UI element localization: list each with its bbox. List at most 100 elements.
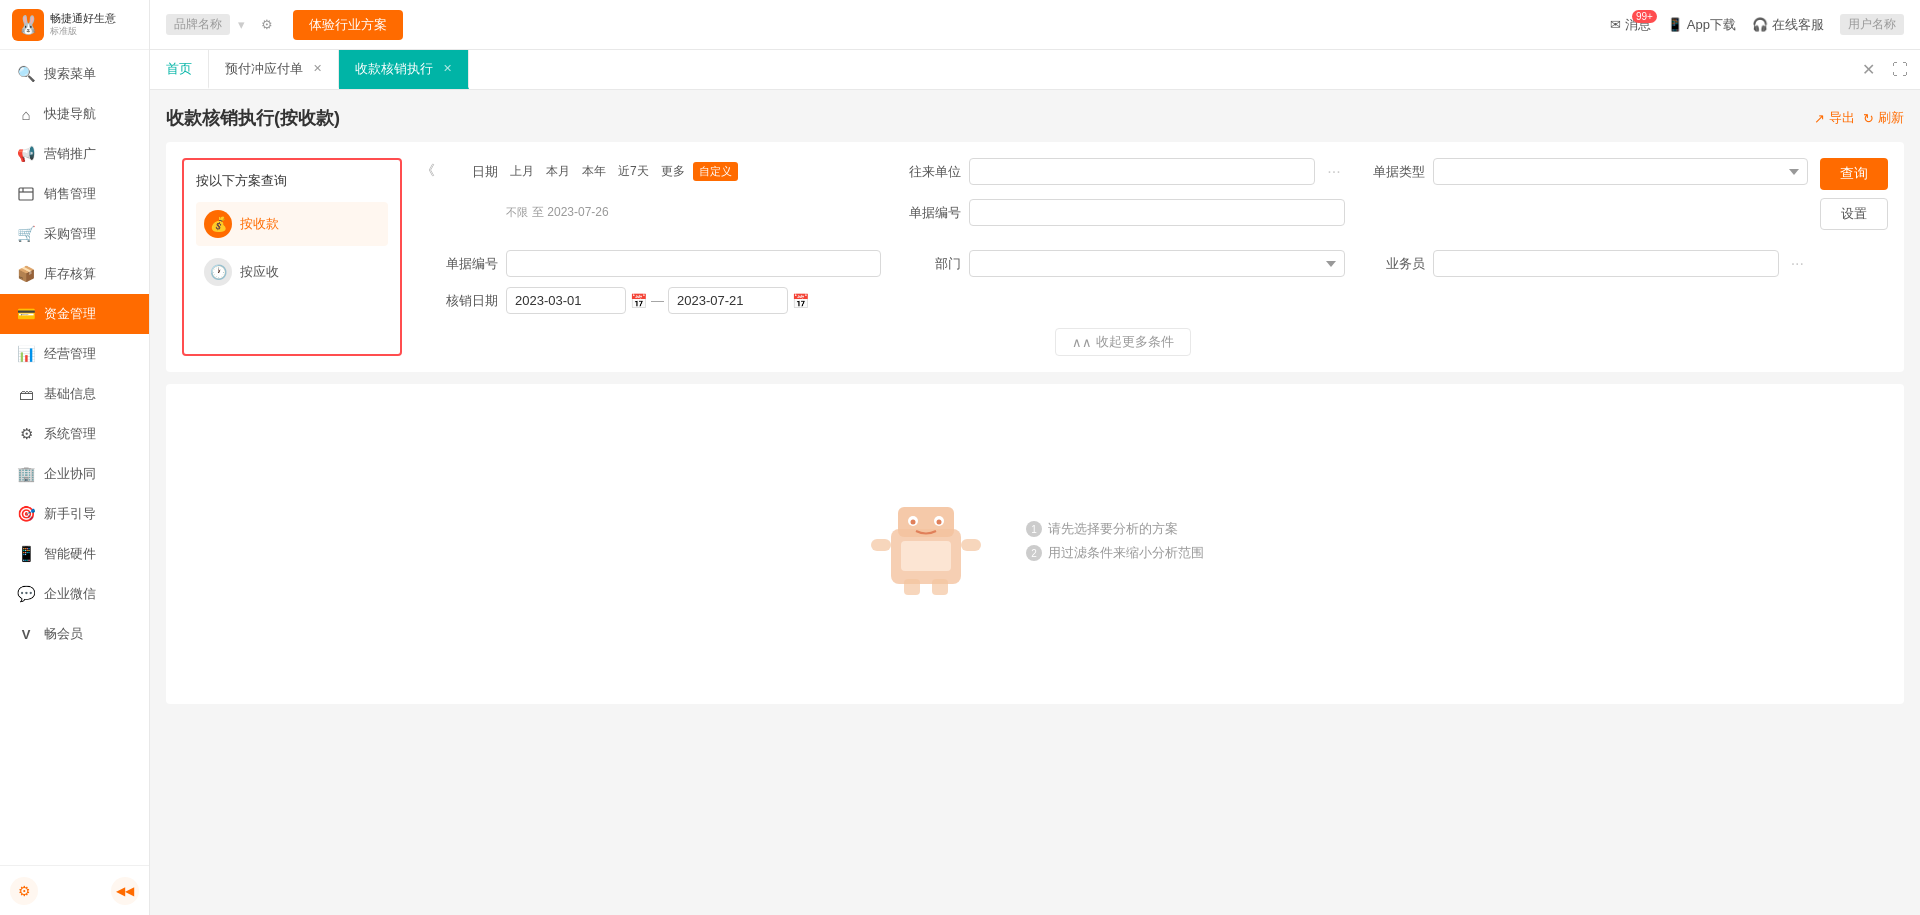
topbar-settings-icon[interactable]: ⚙ (253, 11, 281, 39)
user-display[interactable]: 用户名称 (1840, 14, 1904, 35)
refresh-button[interactable]: ↻ 刷新 (1863, 109, 1904, 127)
tab-receivable[interactable]: 收款核销执行 ✕ (339, 50, 469, 89)
filter-grid-row2: 单据编号 部门 业务员 ··· (438, 250, 1808, 277)
business-icon: 📊 (16, 344, 36, 364)
staff-more-icon[interactable]: ··· (1787, 255, 1808, 273)
sidebar-item-member[interactable]: V 畅会员 (0, 614, 149, 654)
empty-tip-1: 1 请先选择要分析的方案 (1026, 520, 1204, 538)
export-button[interactable]: ↗ 导出 (1814, 109, 1855, 127)
inventory-icon: 📦 (16, 264, 36, 284)
sidebar-item-label: 营销推广 (44, 145, 96, 163)
verify-start-calendar-icon[interactable]: 📅 (630, 293, 647, 309)
sidebar-item-business[interactable]: 📊 经营管理 (0, 334, 149, 374)
filter-option-by-receipt[interactable]: 💰 按收款 (196, 202, 388, 246)
marketing-icon: 📢 (16, 144, 36, 164)
sidebar-item-label: 企业协同 (44, 465, 96, 483)
date-custom-button[interactable]: 自定义 (693, 162, 738, 181)
brand-name: 品牌名称 (166, 14, 230, 35)
sidebar-item-quicknav[interactable]: ⌂ 快捷导航 (0, 94, 149, 134)
date-last-7days[interactable]: 近7天 (614, 161, 653, 182)
tab-prepay-close-icon[interactable]: ✕ (313, 62, 322, 75)
staff-label: 业务员 (1365, 255, 1425, 273)
partner-label: 往来单位 (901, 163, 961, 181)
collapse-more-label: 收起更多条件 (1096, 333, 1174, 351)
sidebar: 🐰 畅捷通好生意 标准版 🔍 搜索菜单 ⌂ 快捷导航 📢 营销推广 销售管理 🛒 (0, 0, 150, 915)
sidebar-item-purchase[interactable]: 🛒 采购管理 (0, 214, 149, 254)
page-header: 收款核销执行(按收款) ↗ 导出 ↻ 刷新 (166, 106, 1904, 130)
sidebar-item-finance[interactable]: 💳 资金管理 (0, 294, 149, 334)
filter-collapse-icon[interactable]: 《 (418, 158, 438, 180)
sidebar-item-label: 搜索菜单 (44, 65, 96, 83)
verify-end-input[interactable] (668, 287, 788, 314)
topbar-brand: 品牌名称 ▾ (166, 14, 253, 35)
partner-more-icon[interactable]: ··· (1323, 163, 1344, 181)
partner-input[interactable] (969, 158, 1315, 185)
sidebar-item-guide[interactable]: 🎯 新手引导 (0, 494, 149, 534)
tab-receivable-close-icon[interactable]: ✕ (443, 62, 452, 75)
sidebar-item-enterprise[interactable]: 🏢 企业协同 (0, 454, 149, 494)
tab-home[interactable]: 首页 (150, 50, 209, 89)
svg-rect-12 (932, 579, 948, 595)
staff-input[interactable] (1433, 250, 1779, 277)
sales-icon (16, 184, 36, 204)
filter-verify-date-row: 核销日期 📅 — 📅 (438, 287, 881, 314)
sidebar-item-hardware[interactable]: 📱 智能硬件 (0, 534, 149, 574)
sidebar-item-marketing[interactable]: 📢 营销推广 (0, 134, 149, 174)
settings-icon[interactable]: ⚙ (10, 877, 38, 905)
query-button[interactable]: 查询 (1820, 158, 1888, 190)
docno-input2[interactable] (506, 250, 881, 277)
search-icon: 🔍 (16, 64, 36, 84)
sidebar-item-label: 系统管理 (44, 425, 96, 443)
refresh-icon: ↻ (1863, 111, 1874, 126)
sidebar-item-system[interactable]: ⚙ 系统管理 (0, 414, 149, 454)
export-label: 导出 (1829, 109, 1855, 127)
svg-point-8 (937, 520, 942, 525)
refresh-label: 刷新 (1878, 109, 1904, 127)
collapse-more-button[interactable]: ∧∧ 收起更多条件 (1055, 328, 1191, 356)
sidebar-collapse-button[interactable]: ◀◀ (111, 877, 139, 905)
filter-docno-row2: 单据编号 (438, 250, 881, 277)
date-label: 日期 (438, 163, 498, 181)
sidebar-item-sales[interactable]: 销售管理 (0, 174, 149, 214)
verify-end-calendar-icon[interactable]: 📅 (792, 293, 809, 309)
docno-label: 单据编号 (901, 204, 961, 222)
chevron-down-icon[interactable]: ▾ (238, 17, 245, 32)
app-label: App下载 (1687, 16, 1736, 34)
sidebar-item-wechat[interactable]: 💬 企业微信 (0, 574, 149, 614)
verify-date-label: 核销日期 (438, 292, 498, 310)
date-last-month[interactable]: 上月 (506, 161, 538, 182)
finance-icon: 💳 (16, 304, 36, 324)
tab-expand-icon[interactable]: ⛶ (1888, 58, 1912, 82)
date-options: 上月 本月 本年 近7天 更多 自定义 (506, 161, 881, 182)
empty-state: 1 请先选择要分析的方案 2 用过滤条件来缩小分析范围 (166, 384, 1904, 704)
sidebar-item-inventory[interactable]: 📦 库存核算 (0, 254, 149, 294)
app-download-button[interactable]: 📱 App下载 (1667, 16, 1736, 34)
logo-icon: 🐰 (12, 9, 44, 41)
dept-select[interactable] (969, 250, 1344, 277)
doctype-select[interactable] (1433, 158, 1808, 185)
tabbar: 首页 预付冲应付单 ✕ 收款核销执行 ✕ ✕ ⛶ (150, 50, 1920, 90)
settings-button[interactable]: 设置 (1820, 198, 1888, 230)
doctype-label: 单据类型 (1365, 163, 1425, 181)
filter-option-by-receivable[interactable]: 🕐 按应收 (196, 250, 388, 294)
filter-options-panel: 按以下方案查询 💰 按收款 🕐 按应收 (182, 158, 402, 356)
date-more[interactable]: 更多 (657, 161, 689, 182)
filter-grid: 日期 上月 本月 本年 近7天 更多 自定义 (438, 158, 1808, 240)
date-this-month[interactable]: 本月 (542, 161, 574, 182)
message-button[interactable]: ✉ 消息 99+ (1610, 16, 1651, 34)
logo-badge: 标准版 (50, 25, 116, 38)
sidebar-item-search[interactable]: 🔍 搜索菜单 (0, 54, 149, 94)
tab-close-all-icon[interactable]: ✕ (1856, 58, 1880, 82)
date-this-year[interactable]: 本年 (578, 161, 610, 182)
tab-prepay-label: 预付冲应付单 (225, 60, 303, 78)
docno-label2: 单据编号 (438, 255, 498, 273)
industry-solution-button[interactable]: 体验行业方案 (293, 10, 403, 40)
tab-prepay[interactable]: 预付冲应付单 ✕ (209, 50, 339, 89)
enterprise-icon: 🏢 (16, 464, 36, 484)
collapse-up-icon: ∧∧ (1072, 335, 1092, 350)
sidebar-item-basic[interactable]: 🗃 基础信息 (0, 374, 149, 414)
verify-start-input[interactable] (506, 287, 626, 314)
tip-num-2: 2 (1026, 545, 1042, 561)
docno-input[interactable] (969, 199, 1344, 226)
online-service-button[interactable]: 🎧 在线客服 (1752, 16, 1824, 34)
